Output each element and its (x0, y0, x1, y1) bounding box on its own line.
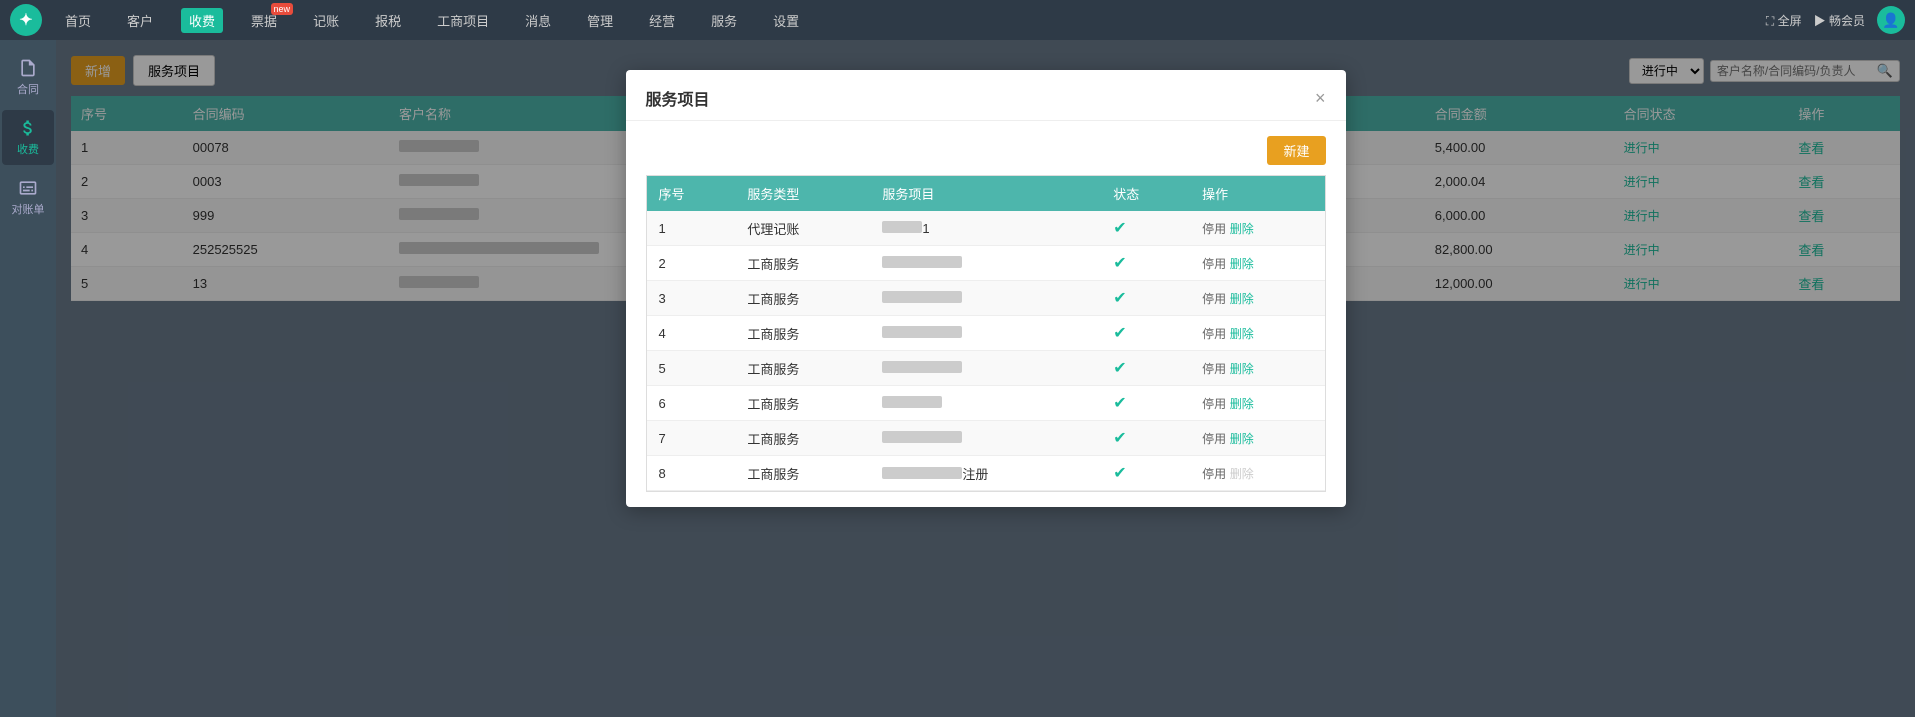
nav-fee[interactable]: 收费 (181, 8, 223, 33)
list-item: 6 工商服务 ✔ 停用 删除 (647, 386, 1325, 421)
nav-message[interactable]: 消息 (517, 8, 559, 33)
nav-settings[interactable]: 设置 (765, 8, 807, 33)
sidebar: 合同 收费 对账单 (0, 40, 56, 717)
nav-operation[interactable]: 经营 (641, 8, 683, 33)
delete-button[interactable]: 删除 (1230, 290, 1254, 307)
delete-button[interactable]: 删除 (1230, 255, 1254, 272)
avatar[interactable]: 👤 (1877, 6, 1905, 34)
fee-icon (18, 118, 38, 138)
blurred-item (882, 221, 922, 233)
status-check-icon: ✔ (1113, 465, 1126, 482)
stop-button[interactable]: 停用 (1202, 290, 1226, 307)
list-item: 5 工商服务 ✔ 停用 删除 (647, 351, 1325, 386)
modal-col-action: 操作 (1190, 176, 1324, 211)
modal-col-seq: 序号 (647, 176, 736, 211)
modal-overlay: 服务项目 × 新建 序号 服务类型 服务项目 (56, 40, 1915, 717)
new-badge: new (271, 3, 294, 15)
member-button[interactable]: ▶ 畅会员 (1814, 12, 1865, 29)
statement-icon (18, 178, 38, 198)
list-item: 2 工商服务 ✔ 停用 删除 (647, 246, 1325, 281)
blurred-item (882, 256, 962, 268)
blurred-item (882, 467, 962, 479)
sidebar-label-contract: 合同 (17, 81, 39, 97)
status-check-icon: ✔ (1113, 430, 1126, 447)
sidebar-item-fee[interactable]: 收费 (2, 110, 54, 165)
app-logo[interactable]: ✦ (10, 4, 42, 36)
blurred-item (882, 291, 962, 303)
status-check-icon: ✔ (1113, 290, 1126, 307)
list-item: 3 工商服务 ✔ 停用 删除 (647, 281, 1325, 316)
nav-tax[interactable]: 报税 (367, 8, 409, 33)
list-item: 1 代理记账 1 ✔ 停用 删除 (647, 211, 1325, 246)
nav-bookkeeping[interactable]: 记账 (305, 8, 347, 33)
blurred-item (882, 431, 962, 443)
sidebar-item-statement[interactable]: 对账单 (2, 170, 54, 225)
modal-new-button[interactable]: 新建 (1267, 136, 1325, 165)
status-check-icon: ✔ (1113, 220, 1126, 237)
modal-col-status: 状态 (1101, 176, 1190, 211)
delete-button[interactable]: 删除 (1230, 465, 1254, 482)
stop-button[interactable]: 停用 (1202, 255, 1226, 272)
service-modal: 服务项目 × 新建 序号 服务类型 服务项目 (626, 70, 1346, 507)
delete-button[interactable]: 删除 (1230, 360, 1254, 377)
list-item: 4 工商服务 ✔ 停用 删除 (647, 316, 1325, 351)
right-icons: ⛶ 全屏 ▶ 畅会员 👤 (1766, 6, 1905, 34)
status-check-icon: ✔ (1113, 360, 1126, 377)
modal-title: 服务项目 (646, 86, 710, 110)
nav-items: 首页 客户 收费 票据 new 记账 报税 工商项目 消息 管理 经营 服务 设… (57, 8, 1766, 33)
modal-col-type: 服务类型 (735, 176, 870, 211)
status-check-icon: ✔ (1113, 395, 1126, 412)
nav-industry[interactable]: 工商项目 (429, 8, 497, 33)
modal-col-item: 服务项目 (870, 176, 1101, 211)
blurred-item (882, 396, 942, 408)
fullscreen-button[interactable]: ⛶ 全屏 (1766, 12, 1802, 29)
sidebar-label-statement: 对账单 (12, 201, 45, 217)
delete-button[interactable]: 删除 (1230, 220, 1254, 237)
nav-manage[interactable]: 管理 (579, 8, 621, 33)
modal-close-button[interactable]: × (1315, 88, 1326, 109)
modal-table-wrap[interactable]: 序号 服务类型 服务项目 状态 操作 1 代理记账 (646, 175, 1326, 492)
nav-service[interactable]: 服务 (703, 8, 745, 33)
nav-invoice[interactable]: 票据 new (243, 8, 285, 33)
delete-button[interactable]: 删除 (1230, 430, 1254, 447)
stop-button[interactable]: 停用 (1202, 220, 1226, 237)
nav-home[interactable]: 首页 (57, 8, 99, 33)
sidebar-label-fee: 收费 (17, 141, 39, 157)
stop-button[interactable]: 停用 (1202, 325, 1226, 342)
delete-button[interactable]: 删除 (1230, 325, 1254, 342)
stop-button[interactable]: 停用 (1202, 430, 1226, 447)
blurred-item (882, 326, 962, 338)
list-item: 8 工商服务 注册 ✔ 停用 删除 (647, 456, 1325, 491)
stop-button[interactable]: 停用 (1202, 395, 1226, 412)
stop-button[interactable]: 停用 (1202, 360, 1226, 377)
contract-icon (18, 58, 38, 78)
modal-service-table: 序号 服务类型 服务项目 状态 操作 1 代理记账 (647, 176, 1325, 491)
top-navigation: ✦ 首页 客户 收费 票据 new 记账 报税 工商项目 消息 管理 经营 服务… (0, 0, 1915, 40)
delete-button[interactable]: 删除 (1230, 395, 1254, 412)
modal-body: 新建 序号 服务类型 服务项目 状态 操作 (626, 121, 1346, 507)
content-area: 新增 服务项目 进行中 🔍 序号 合同编码 客户名称 服务项目▲ (56, 40, 1915, 717)
main-layout: 合同 收费 对账单 新增 服务项目 进行中 🔍 (0, 40, 1915, 717)
nav-customer[interactable]: 客户 (119, 8, 161, 33)
status-check-icon: ✔ (1113, 255, 1126, 272)
sidebar-item-contract[interactable]: 合同 (2, 50, 54, 105)
blurred-item (882, 361, 962, 373)
modal-header: 服务项目 × (626, 70, 1346, 121)
status-check-icon: ✔ (1113, 325, 1126, 342)
stop-button[interactable]: 停用 (1202, 465, 1226, 482)
modal-toolbar: 新建 (646, 136, 1326, 165)
list-item: 7 工商服务 ✔ 停用 删除 (647, 421, 1325, 456)
